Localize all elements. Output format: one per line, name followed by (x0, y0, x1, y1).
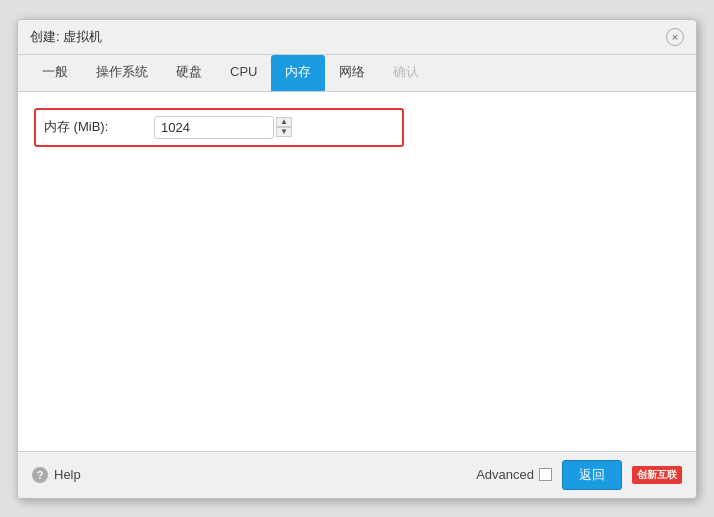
tab-cpu[interactable]: CPU (216, 56, 271, 89)
close-button[interactable]: × (666, 28, 684, 46)
footer-right: Advanced 返回 创新互联 (476, 460, 682, 490)
logo-area: 创新互联 (632, 466, 682, 484)
memory-input-wrap: ▲ ▼ (154, 116, 394, 139)
dialog-title: 创建: 虚拟机 (30, 28, 102, 46)
footer: ? Help Advanced 返回 创新互联 (18, 451, 696, 498)
advanced-wrap: Advanced (476, 467, 552, 482)
spinner-up-button[interactable]: ▲ (276, 117, 292, 127)
memory-field-row: 内存 (MiB): ▲ ▼ (34, 108, 404, 147)
spinner-down-button[interactable]: ▼ (276, 127, 292, 137)
advanced-label: Advanced (476, 467, 534, 482)
help-icon: ? (32, 467, 48, 483)
help-section[interactable]: ? Help (32, 467, 81, 483)
create-vm-dialog: 创建: 虚拟机 × 一般 操作系统 硬盘 CPU 内存 网络 确认 内存 (Mi… (17, 19, 697, 499)
memory-label: 内存 (MiB): (44, 118, 154, 136)
tab-bar: 一般 操作系统 硬盘 CPU 内存 网络 确认 (18, 55, 696, 92)
tab-disk[interactable]: 硬盘 (162, 55, 216, 91)
title-bar: 创建: 虚拟机 × (18, 20, 696, 55)
help-label: Help (54, 467, 81, 482)
tab-network[interactable]: 网络 (325, 55, 379, 91)
advanced-checkbox[interactable] (539, 468, 552, 481)
back-button[interactable]: 返回 (562, 460, 622, 490)
memory-input[interactable] (154, 116, 274, 139)
logo-box: 创新互联 (632, 466, 682, 484)
tab-memory[interactable]: 内存 (271, 55, 325, 91)
tab-general[interactable]: 一般 (28, 55, 82, 91)
tab-os[interactable]: 操作系统 (82, 55, 162, 91)
tab-content: 内存 (MiB): ▲ ▼ (18, 92, 696, 451)
memory-spinner: ▲ ▼ (276, 117, 292, 137)
tab-confirm: 确认 (379, 55, 433, 91)
